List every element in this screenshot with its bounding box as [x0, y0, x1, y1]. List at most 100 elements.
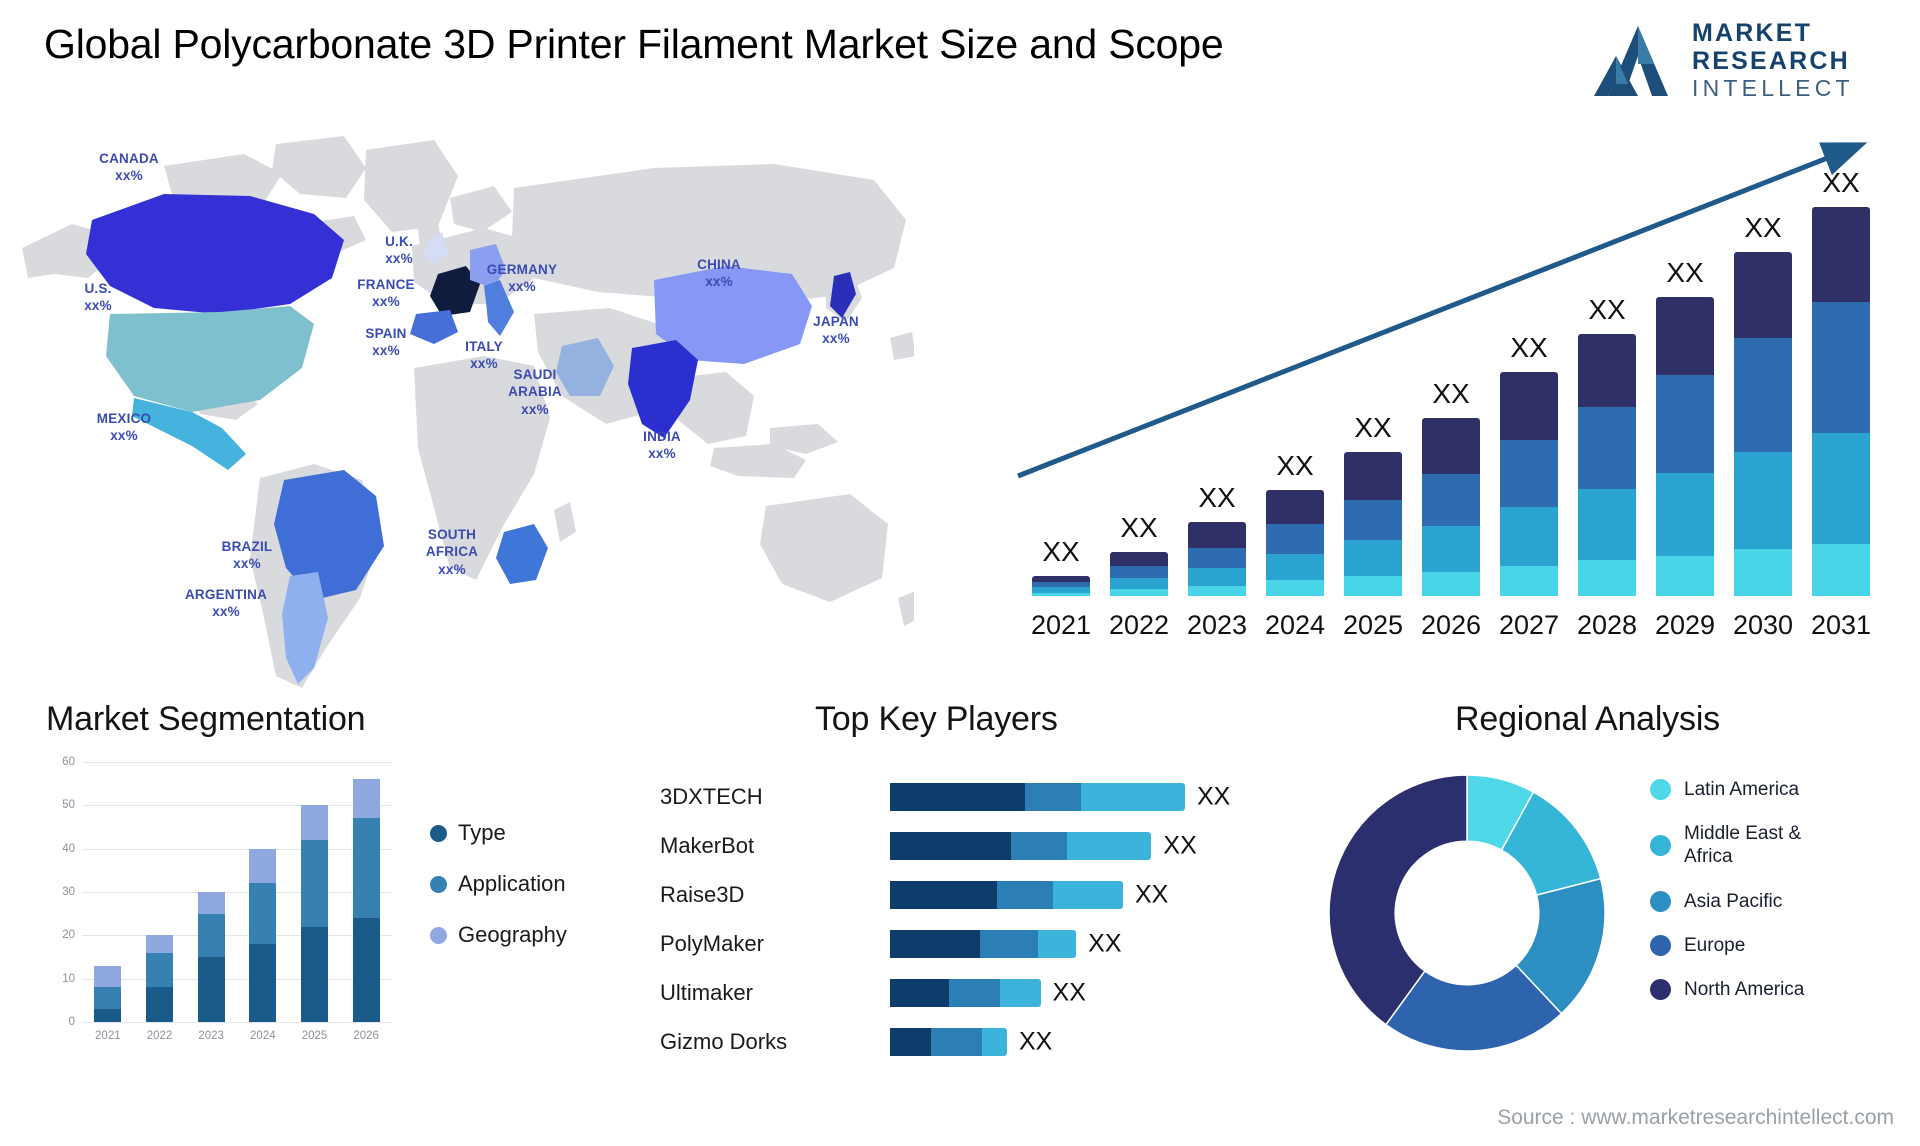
growth-bar-year-label: 2030	[1732, 610, 1794, 640]
map-country-value: xx%	[84, 298, 112, 314]
map-country-name: ITALY	[465, 339, 503, 354]
growth-bar-segment	[1344, 540, 1402, 577]
market-growth-chart: XX 2021 XX 2022 XX 2023 XX 2024 XX 2025 XX 2026 XX 20…	[1000, 128, 1910, 658]
legend-swatch-icon	[1650, 834, 1671, 856]
segmentation-y-tick: 50	[62, 799, 75, 812]
segmentation-bar-2025[interactable]: 2025	[301, 805, 328, 1042]
growth-bar-segment	[1344, 451, 1402, 501]
growth-bar-2029[interactable]: XX 2029	[1655, 257, 1715, 640]
legend-swatch-icon	[1650, 934, 1671, 956]
key-player-row[interactable]: Ultimaker XX	[640, 968, 1300, 1017]
source-note: Source : www.marketresearchintellect.com	[1497, 1106, 1894, 1129]
segmentation-bar-2022[interactable]: 2022	[146, 935, 173, 1042]
key-player-bar-segment	[1081, 782, 1185, 811]
map-country-name: GERMANY	[486, 262, 558, 277]
map-country-value: xx%	[372, 343, 400, 359]
segmentation-gridline: 60	[62, 756, 392, 768]
segmentation-bar-2024[interactable]: 2024	[249, 848, 277, 1042]
growth-bar-segment	[1422, 526, 1480, 572]
key-player-row[interactable]: PolyMaker XX	[640, 919, 1300, 968]
map-landmass	[760, 494, 888, 602]
growth-bar-year-label: 2029	[1654, 610, 1716, 640]
segmentation-bar-2026[interactable]: 2026	[352, 779, 380, 1042]
map-country-value: xx%	[508, 279, 536, 295]
regional-legend-item[interactable]: Asia Pacific	[1650, 890, 1920, 913]
segmentation-legend-item[interactable]: Geography	[430, 922, 630, 948]
key-player-row[interactable]: MakerBot XX	[640, 821, 1300, 870]
map-country-u-s-[interactable]	[106, 306, 314, 412]
growth-bar-2025[interactable]: XX 2025	[1343, 412, 1403, 640]
segmentation-x-label: 2022	[146, 1030, 173, 1042]
growth-bar-2024[interactable]: XX 2024	[1265, 450, 1325, 640]
map-country-name: MEXICO	[96, 411, 152, 426]
map-country-canada[interactable]	[86, 194, 344, 314]
growth-bar-segment	[1656, 472, 1714, 557]
segmentation-x-label: 2023	[198, 1030, 224, 1042]
growth-bar-year-label: 2023	[1186, 610, 1248, 640]
segmentation-bar-2023[interactable]: 2023	[197, 892, 225, 1042]
map-country-name: SPAIN	[365, 326, 407, 341]
key-player-bar	[890, 782, 1185, 811]
map-label-u-s-: U.S. xx%	[84, 280, 112, 315]
regional-legend-label: Latin America	[1684, 779, 1800, 800]
growth-bar-value: XX	[1588, 293, 1626, 325]
map-landmass	[272, 136, 366, 198]
map-country-name: U.S.	[84, 281, 112, 296]
segmentation-bar-segment	[94, 1009, 122, 1022]
map-country-name: ARGENTINA	[184, 587, 268, 602]
map-country-value: xx%	[372, 294, 400, 310]
segmentation-bar-segment	[249, 883, 277, 945]
growth-bar-2031[interactable]: XX 2031	[1811, 167, 1871, 640]
key-player-bar	[890, 929, 1077, 958]
segmentation-bar-segment	[352, 818, 380, 919]
segmentation-legend-item[interactable]: Application	[430, 871, 630, 897]
map-country-name: CANADA	[99, 151, 159, 166]
growth-bar-year-label: 2028	[1576, 610, 1638, 640]
key-player-row[interactable]: Raise3D XX	[640, 870, 1300, 919]
key-player-bar-segment	[948, 978, 1000, 1007]
segmentation-y-tick: 30	[62, 886, 75, 898]
regional-legend-item[interactable]: Latin America	[1650, 778, 1920, 801]
growth-bar-segment	[1500, 507, 1558, 567]
logo-line-market: MARKET	[1692, 19, 1813, 47]
map-country-name: INDIA	[643, 429, 681, 444]
key-player-bar-segment	[1025, 782, 1082, 811]
map-country-value: xx%	[521, 401, 549, 417]
header: Global Polycarbonate 3D Printer Filament…	[0, 0, 1920, 140]
growth-bar-2021[interactable]: XX 2021	[1031, 536, 1091, 640]
growth-bar-2030[interactable]: XX 2030	[1733, 212, 1793, 640]
key-player-bar-segment	[890, 978, 949, 1007]
regional-legend-item[interactable]: North America	[1650, 978, 1920, 1001]
growth-bar-2026[interactable]: XX 2026	[1421, 378, 1481, 640]
growth-bar-2028[interactable]: XX 2028	[1577, 294, 1637, 640]
segmentation-bar-segment	[146, 952, 173, 988]
brand-logo: MARKET RESEARCH INTELLECT	[1592, 14, 1892, 110]
segmentation-y-tick: 20	[62, 929, 75, 942]
growth-bar-segment	[1188, 586, 1246, 596]
map-country-name: BRAZIL	[221, 539, 273, 554]
segmentation-bar-2021[interactable]: 2021	[94, 965, 122, 1042]
key-player-row[interactable]: 3DXTECH XX	[640, 772, 1300, 821]
map-country-south-africa[interactable]	[496, 524, 548, 584]
growth-bar-2023[interactable]: XX 2023	[1187, 482, 1247, 640]
growth-bar-segment	[1422, 571, 1480, 596]
key-player-bar-segment	[890, 929, 980, 958]
segmentation-legend-label: Application	[458, 871, 566, 896]
segmentation-bar-segment	[249, 944, 277, 1022]
key-player-bar-segment	[1011, 831, 1067, 860]
key-player-bar-segment	[1066, 831, 1152, 860]
map-label-india: INDIA xx%	[643, 428, 681, 463]
growth-bar-2022[interactable]: XX 2022	[1109, 512, 1169, 640]
segmentation-legend-item[interactable]: Type	[430, 820, 630, 846]
key-player-row[interactable]: Gizmo Dorks XX	[640, 1017, 1300, 1066]
key-player-value: XX	[1134, 880, 1169, 908]
growth-bar-segment	[1110, 589, 1168, 596]
map-country-name: SAUDI ARABIA	[508, 367, 562, 400]
segmentation-bar-segment	[352, 918, 380, 1022]
regional-legend-item[interactable]: Europe	[1650, 934, 1920, 957]
map-country-spain[interactable]	[410, 310, 458, 344]
key-player-bar-segment	[981, 1027, 1007, 1056]
regional-legend-label: Europe	[1684, 934, 1746, 956]
regional-legend-item[interactable]: Middle East & Africa	[1650, 822, 1920, 868]
growth-bar-2027[interactable]: XX 2027	[1499, 332, 1559, 640]
